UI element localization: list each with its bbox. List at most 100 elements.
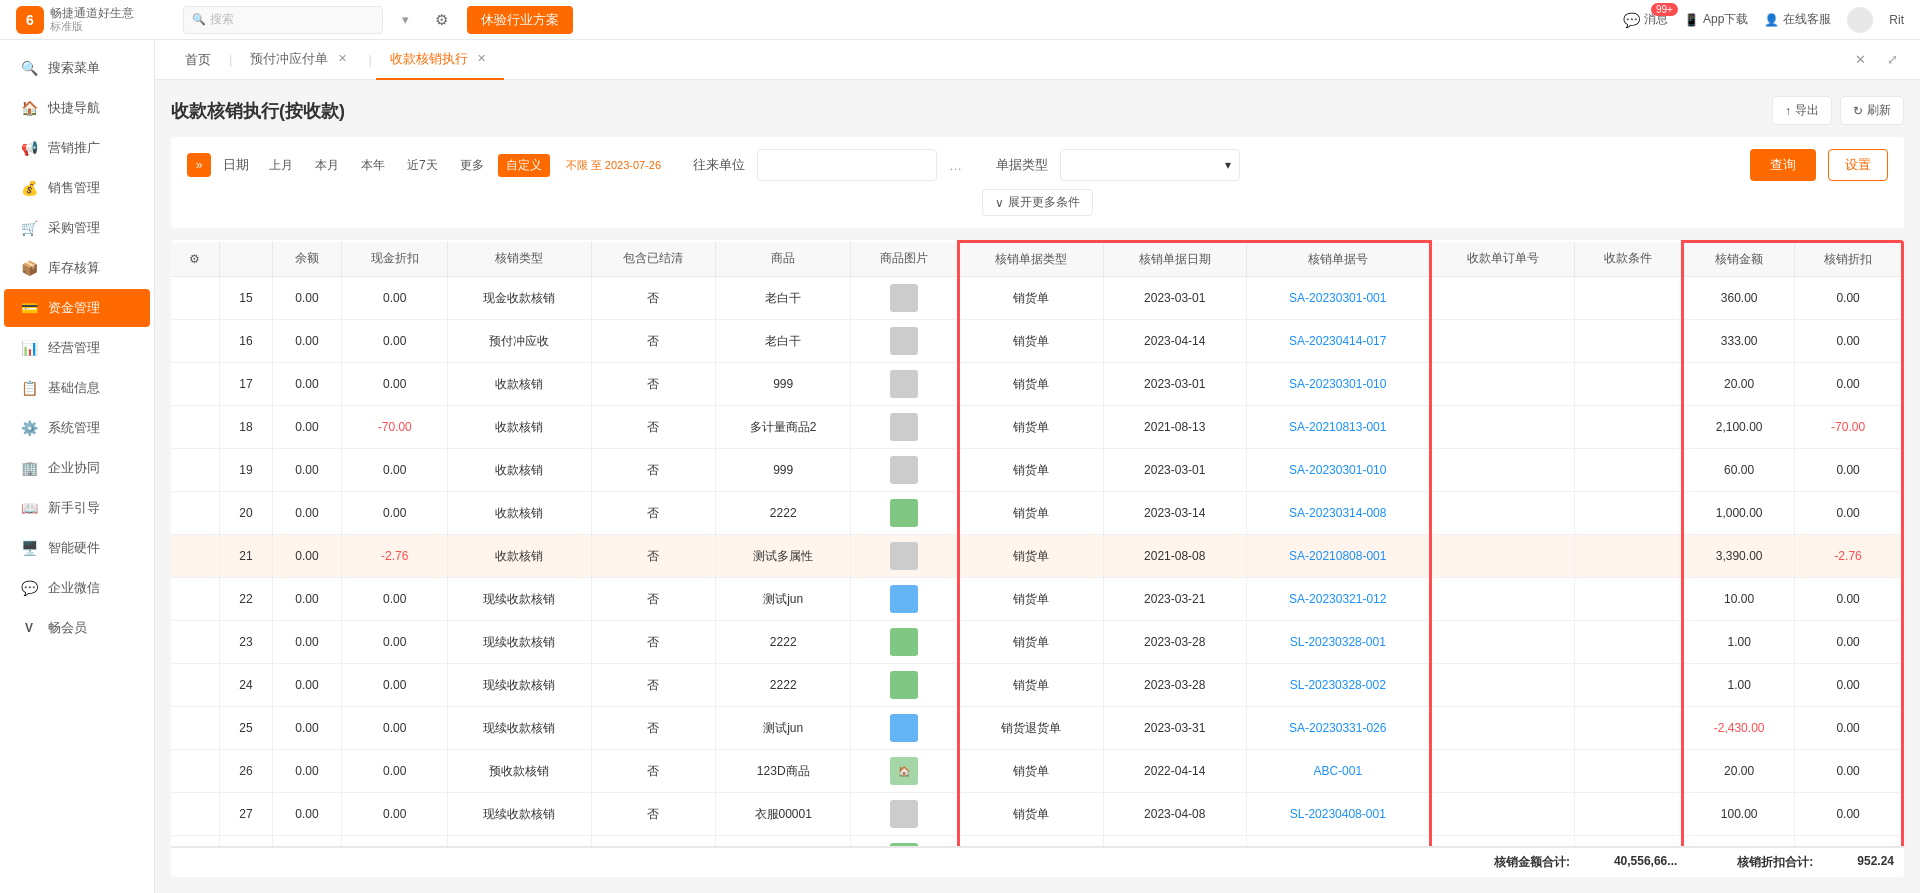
cell-collection-order [1430, 449, 1575, 492]
cell-settings[interactable] [171, 406, 219, 449]
cell-verify-doc-date: 2023-03-21 [1103, 578, 1246, 621]
export-button[interactable]: ↑ 导出 [1772, 96, 1832, 125]
voucher-type-label: 单据类型 [996, 156, 1048, 174]
sidebar-item-system[interactable]: ⚙️ 系统管理 [4, 409, 150, 447]
gear-icon[interactable]: ⚙ [427, 6, 455, 34]
search-box[interactable]: 🔍 搜索 [183, 6, 383, 34]
sidebar-item-business[interactable]: 📊 经营管理 [4, 329, 150, 367]
sidebar-item-search-menu[interactable]: 🔍 搜索菜单 [4, 49, 150, 87]
tab-separator-2: | [364, 52, 375, 67]
cell-settings[interactable] [171, 277, 219, 320]
cell-include-settled: 否 [591, 750, 716, 793]
cell-settings[interactable] [171, 793, 219, 836]
cell-verify-doc-no: SA-20230414-017 [1246, 320, 1430, 363]
cell-cash-discount: 0.00 [342, 664, 448, 707]
date-tab-custom[interactable]: 自定义 [498, 154, 550, 177]
tab-close-prepay[interactable]: ✕ [334, 51, 350, 67]
col-header-product-image: 商品图片 [851, 242, 959, 277]
cell-verify-type: 现续收款核销 [448, 578, 591, 621]
gear-settings-icon[interactable]: ⚙ [189, 252, 200, 266]
tab-close-collection[interactable]: ✕ [474, 51, 490, 67]
setting-button[interactable]: 设置 [1828, 149, 1888, 181]
cell-verify-amount: 60.00 [1683, 449, 1795, 492]
partner-label: 往来单位 [693, 156, 745, 174]
voucher-type-select[interactable]: ▾ [1060, 149, 1240, 181]
cell-collection-condition [1575, 492, 1683, 535]
tab-home[interactable]: 首页 [171, 40, 225, 80]
date-tab-last-month[interactable]: 上月 [261, 154, 301, 177]
sidebar-item-wechat[interactable]: 💬 企业微信 [4, 569, 150, 607]
sidebar-item-purchase[interactable]: 🛒 采购管理 [4, 209, 150, 247]
sidebar-item-enterprise[interactable]: 🏢 企业协同 [4, 449, 150, 487]
cell-verify-discount: 0.00 [1795, 578, 1903, 621]
filter-row-1: » 日期 上月 本月 本年 近7天 更多 自定义 不限 至 2023-07-26… [187, 149, 1888, 181]
online-service-button[interactable]: 👤 在线客服 [1764, 11, 1831, 28]
date-tab-7days[interactable]: 近7天 [399, 154, 446, 177]
table-header-row: ⚙ 余额 现金折扣 核销类型 包含已结清 商品 商品图片 核销单据类型 核销 [171, 242, 1903, 277]
table-row: 17 0.00 0.00 收款核销 否 999 销货单 2023-03-01 S… [171, 363, 1903, 406]
sidebar-item-hardware[interactable]: 🖥️ 智能硬件 [4, 529, 150, 567]
sidebar-label-enterprise: 企业协同 [48, 459, 100, 477]
refresh-button[interactable]: ↻ 刷新 [1840, 96, 1904, 125]
tab-expand-icon[interactable]: ⤢ [1880, 48, 1904, 72]
cell-product-image [851, 535, 959, 578]
sidebar-item-marketing[interactable]: 📢 营销推广 [4, 129, 150, 167]
cell-settings[interactable] [171, 363, 219, 406]
cell-balance: 0.00 [272, 836, 341, 847]
cell-settings[interactable] [171, 750, 219, 793]
cell-settings[interactable] [171, 535, 219, 578]
avatar[interactable] [1847, 7, 1873, 33]
cell-settings[interactable] [171, 492, 219, 535]
cell-settings[interactable] [171, 664, 219, 707]
cell-include-settled: 否 [591, 836, 716, 847]
cell-verify-type: 收款核销 [448, 535, 591, 578]
col-header-row-num [219, 242, 272, 277]
table-row: 19 0.00 0.00 收款核销 否 999 销货单 2023-03-01 S… [171, 449, 1903, 492]
cell-balance: 0.00 [272, 449, 341, 492]
cell-settings[interactable] [171, 578, 219, 621]
data-table: ⚙ 余额 现金折扣 核销类型 包含已结清 商品 商品图片 核销单据类型 核销 [171, 240, 1904, 846]
date-tab-this-year[interactable]: 本年 [353, 154, 393, 177]
tab-close-all-icon[interactable]: ✕ [1848, 48, 1872, 72]
cell-product-image [851, 707, 959, 750]
cell-verify-discount: 0.00 [1795, 664, 1903, 707]
date-tab-this-month[interactable]: 本月 [307, 154, 347, 177]
sidebar-item-guide[interactable]: 📖 新手引导 [4, 489, 150, 527]
cell-cash-discount: 0.00 [342, 707, 448, 750]
col-header-settings[interactable]: ⚙ [171, 242, 219, 277]
sidebar-item-inventory[interactable]: 📦 库存核算 [4, 249, 150, 287]
sidebar-item-member[interactable]: V 畅会员 [4, 609, 150, 647]
cell-settings[interactable] [171, 621, 219, 664]
footer-verify-discount-total: 952.24 [1857, 854, 1894, 871]
table-wrapper[interactable]: ⚙ 余额 现金折扣 核销类型 包含已结清 商品 商品图片 核销单据类型 核销 [171, 240, 1904, 846]
table-row: 22 0.00 0.00 现续收款核销 否 测试jun 销货单 2023-03-… [171, 578, 1903, 621]
sidebar-item-quick-nav[interactable]: 🏠 快捷导航 [4, 89, 150, 127]
partner-input[interactable] [757, 149, 937, 181]
filter-expand-button[interactable]: » [187, 153, 211, 177]
cell-settings[interactable] [171, 836, 219, 847]
sidebar-item-finance[interactable]: 💳 资金管理 [4, 289, 150, 327]
expand-conditions-button[interactable]: ∨ 展开更多条件 [982, 189, 1093, 216]
notification-button[interactable]: 💬 消息 99+ [1623, 11, 1668, 28]
basic-info-icon: 📋 [20, 379, 38, 397]
cell-settings[interactable] [171, 449, 219, 492]
sidebar: 🔍 搜索菜单 🏠 快捷导航 📢 营销推广 💰 销售管理 🛒 采购管理 📦 库存核… [0, 40, 155, 893]
sidebar-item-sales[interactable]: 💰 销售管理 [4, 169, 150, 207]
cell-product: 999 [716, 449, 851, 492]
cell-cash-discount: 0.00 [342, 277, 448, 320]
tab-prepay[interactable]: 预付冲应付单 ✕ [236, 40, 364, 80]
chevron-down-icon[interactable]: ▾ [395, 10, 415, 30]
cell-verify-amount: 2,100.00 [1683, 406, 1795, 449]
cell-settings[interactable] [171, 320, 219, 363]
cell-include-settled: 否 [591, 277, 716, 320]
cell-include-settled: 否 [591, 707, 716, 750]
cell-settings[interactable] [171, 707, 219, 750]
solution-button[interactable]: 休验行业方案 [467, 6, 573, 34]
sidebar-item-basic-info[interactable]: 📋 基础信息 [4, 369, 150, 407]
cell-product: 2222 [716, 492, 851, 535]
query-button[interactable]: 查询 [1750, 149, 1816, 181]
tab-collection-verify[interactable]: 收款核销执行 ✕ [376, 40, 504, 80]
cell-verify-doc-type: 销货单 [958, 277, 1103, 320]
date-tab-more[interactable]: 更多 [452, 154, 492, 177]
app-download-button[interactable]: 📱 App下载 [1684, 11, 1748, 28]
